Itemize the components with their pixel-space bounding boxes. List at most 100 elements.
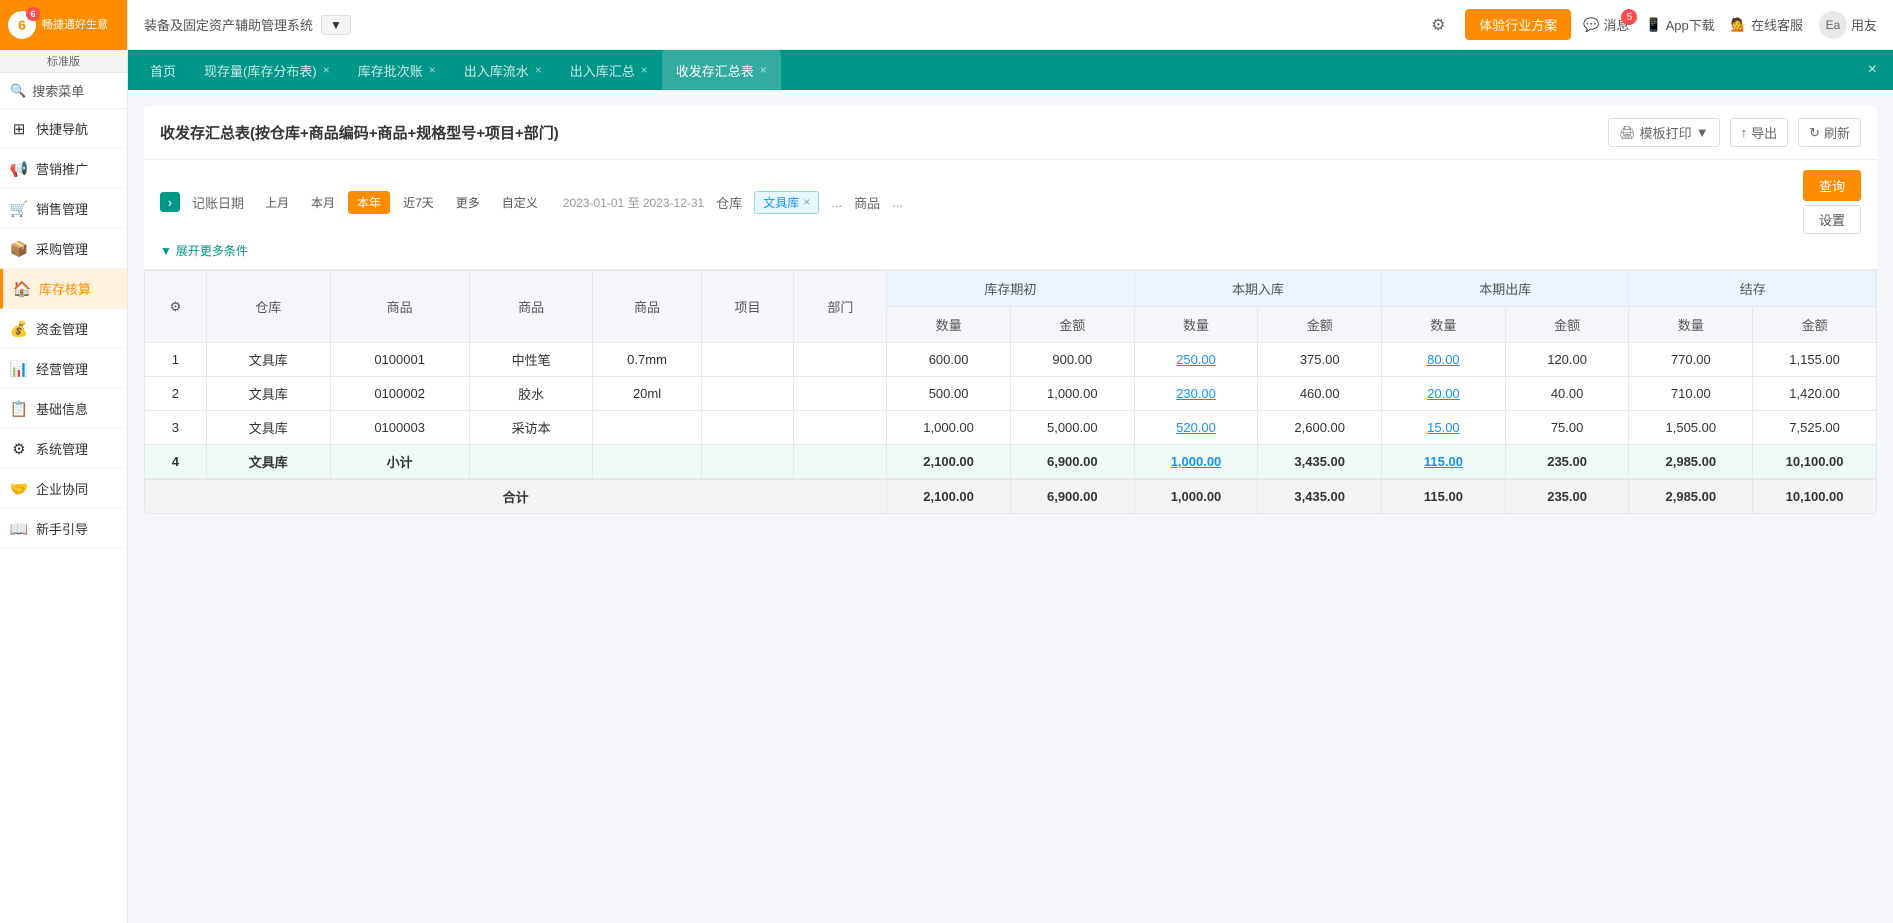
table-row: 1 文具库 0100001 中性笔 0.7mm 600.00 900.00 25… [145, 343, 1877, 377]
tab-recv-send[interactable]: 收发存汇总表 × [662, 50, 781, 90]
tab-flow[interactable]: 出入库流水 × [450, 50, 556, 90]
sidebar-item-label: 基础信息 [36, 399, 88, 418]
goods-more[interactable]: ... [892, 195, 903, 210]
date-btn-more[interactable]: 更多 [447, 191, 489, 214]
tab-flow-label: 出入库流水 [464, 61, 529, 80]
cell-in-amt: 2,600.00 [1258, 411, 1382, 445]
cell-name: 中性笔 [469, 343, 593, 377]
tab-stock-dist-close[interactable]: × [323, 63, 330, 77]
cell-in-qty[interactable]: 230.00 [1134, 377, 1258, 411]
th-project: 项目 [701, 271, 794, 343]
subtotal-in-qty[interactable]: 1,000.00 [1134, 445, 1258, 480]
search-menu-item[interactable]: 🔍 搜索菜单 [0, 73, 127, 109]
tab-summary-label: 出入库汇总 [570, 61, 635, 80]
tab-flow-close[interactable]: × [535, 63, 542, 77]
subtotal-num: 4 [145, 445, 207, 480]
tab-batch-close[interactable]: × [429, 63, 436, 77]
data-table: ⚙ 仓库 商品 商品 商品 项目 部门 库存期初 本期入库 本期出库 结存 [144, 270, 1877, 514]
tab-bar-close-all[interactable]: × [1860, 61, 1885, 79]
tab-batch[interactable]: 库存批次账 × [344, 50, 450, 90]
sidebar-item-sales[interactable]: 🛒 销售管理 [0, 189, 127, 229]
warehouse-tag-remove[interactable]: × [803, 195, 810, 209]
tab-recv-send-label: 收发存汇总表 [676, 61, 754, 80]
message-icon: 💬 [1583, 17, 1599, 33]
warehouse-tag-text: 文具库 [763, 194, 799, 211]
basic-icon: 📋 [10, 400, 28, 418]
cell-out-amt: 40.00 [1505, 377, 1629, 411]
sidebar-item-inventory[interactable]: 🏠 库存核算 [0, 269, 127, 309]
tab-stock-dist-label: 现存量(库存分布表) [204, 61, 317, 80]
cell-num: 3 [145, 411, 207, 445]
system-title-text: 装备及固定资产辅助管理系统 [144, 15, 313, 34]
date-btn-last-month[interactable]: 上月 [256, 191, 298, 214]
sidebar-item-label: 系统管理 [36, 439, 88, 458]
page-actions: 🖨 模板打印 ▼ ↑ 导出 ↻ 刷新 [1608, 118, 1861, 147]
table-settings-icon[interactable]: ⚙ [170, 299, 182, 314]
date-btn-7days[interactable]: 近7天 [394, 191, 443, 214]
total-label: 合计 [145, 479, 887, 514]
sidebar-item-quick-nav[interactable]: ⊞ 快捷导航 [0, 109, 127, 149]
set-button[interactable]: 设置 [1803, 205, 1861, 234]
sidebar-item-basic[interactable]: 📋 基础信息 [0, 389, 127, 429]
app-download-action[interactable]: 📱 App下载 [1645, 15, 1714, 34]
print-label: 模板打印 [1640, 123, 1692, 142]
sidebar-item-system[interactable]: ⚙ 系统管理 [0, 429, 127, 469]
sidebar-logo: 6 6 畅捷通好生意 [0, 0, 127, 50]
filter-collapse-btn[interactable]: › [160, 192, 180, 212]
export-button[interactable]: ↑ 导出 [1730, 118, 1789, 147]
sidebar-item-operation[interactable]: 📊 经营管理 [0, 349, 127, 389]
cell-in-qty[interactable]: 520.00 [1134, 411, 1258, 445]
table-row: 3 文具库 0100003 采访本 1,000.00 5,000.00 520.… [145, 411, 1877, 445]
cell-out-qty[interactable]: 20.00 [1382, 377, 1506, 411]
experience-button[interactable]: 体验行业方案 [1465, 9, 1571, 40]
guide-icon: 📖 [10, 520, 28, 538]
subtotal-out-qty[interactable]: 115.00 [1382, 445, 1506, 480]
query-button[interactable]: 查询 [1803, 170, 1861, 201]
tab-summary-close[interactable]: × [641, 63, 648, 77]
th-close-amt: 金额 [1753, 307, 1877, 343]
cell-out-qty[interactable]: 80.00 [1382, 343, 1506, 377]
date-btn-this-year[interactable]: 本年 [348, 191, 390, 214]
date-btn-custom[interactable]: 自定义 [493, 191, 547, 214]
tab-summary[interactable]: 出入库汇总 × [556, 50, 662, 90]
system-title-dropdown[interactable]: ▼ [321, 15, 351, 35]
finance-icon: 💰 [10, 320, 28, 338]
total-close-qty: 2,985.00 [1629, 479, 1753, 514]
cell-dept [794, 377, 887, 411]
sidebar-item-finance[interactable]: 💰 资金管理 [0, 309, 127, 349]
th-open-amt: 金额 [1010, 307, 1134, 343]
th-closing: 结存 [1629, 271, 1877, 307]
table-wrapper: ⚙ 仓库 商品 商品 商品 项目 部门 库存期初 本期入库 本期出库 结存 [144, 270, 1877, 514]
refresh-icon: ↻ [1809, 125, 1820, 141]
gear-button[interactable]: ⚙ [1423, 10, 1453, 40]
purchase-icon: 📦 [10, 240, 28, 258]
user-action[interactable]: Ea 用友 [1819, 11, 1877, 39]
sidebar-item-label: 销售管理 [36, 199, 88, 218]
message-action[interactable]: 💬 消息 5 [1583, 15, 1629, 34]
print-button[interactable]: 🖨 模板打印 ▼ [1608, 118, 1719, 147]
subtotal-close-qty: 2,985.00 [1629, 445, 1753, 480]
cell-open-qty: 1,000.00 [887, 411, 1011, 445]
expand-conditions-btn[interactable]: ▼ 展开更多条件 [160, 242, 1861, 259]
cell-spec: 20ml [593, 377, 701, 411]
sidebar-item-purchase[interactable]: 📦 采购管理 [0, 229, 127, 269]
cell-out-qty[interactable]: 15.00 [1382, 411, 1506, 445]
sidebar-item-label: 快捷导航 [36, 119, 88, 138]
service-label: 在线客服 [1751, 15, 1803, 34]
sidebar-item-label: 企业协同 [36, 479, 88, 498]
cell-in-amt: 375.00 [1258, 343, 1382, 377]
th-dept: 部门 [794, 271, 887, 343]
refresh-button[interactable]: ↻ 刷新 [1798, 118, 1861, 147]
sidebar-item-marketing[interactable]: 📢 营销推广 [0, 149, 127, 189]
tab-home[interactable]: 首页 [136, 50, 190, 90]
th-settings[interactable]: ⚙ [145, 271, 207, 343]
warehouse-more[interactable]: ... [831, 195, 842, 210]
tab-stock-dist[interactable]: 现存量(库存分布表) × [190, 50, 344, 90]
tab-recv-send-close[interactable]: × [760, 63, 767, 77]
sidebar-item-corp[interactable]: 🤝 企业协同 [0, 469, 127, 509]
top-header: 装备及固定资产辅助管理系统 ▼ ⚙ 体验行业方案 💬 消息 5 📱 App下载 … [128, 0, 1893, 50]
cell-in-qty[interactable]: 250.00 [1134, 343, 1258, 377]
service-action[interactable]: 💁 在线客服 [1731, 15, 1803, 34]
date-btn-this-month[interactable]: 本月 [302, 191, 344, 214]
sidebar-item-guide[interactable]: 📖 新手引导 [0, 509, 127, 549]
